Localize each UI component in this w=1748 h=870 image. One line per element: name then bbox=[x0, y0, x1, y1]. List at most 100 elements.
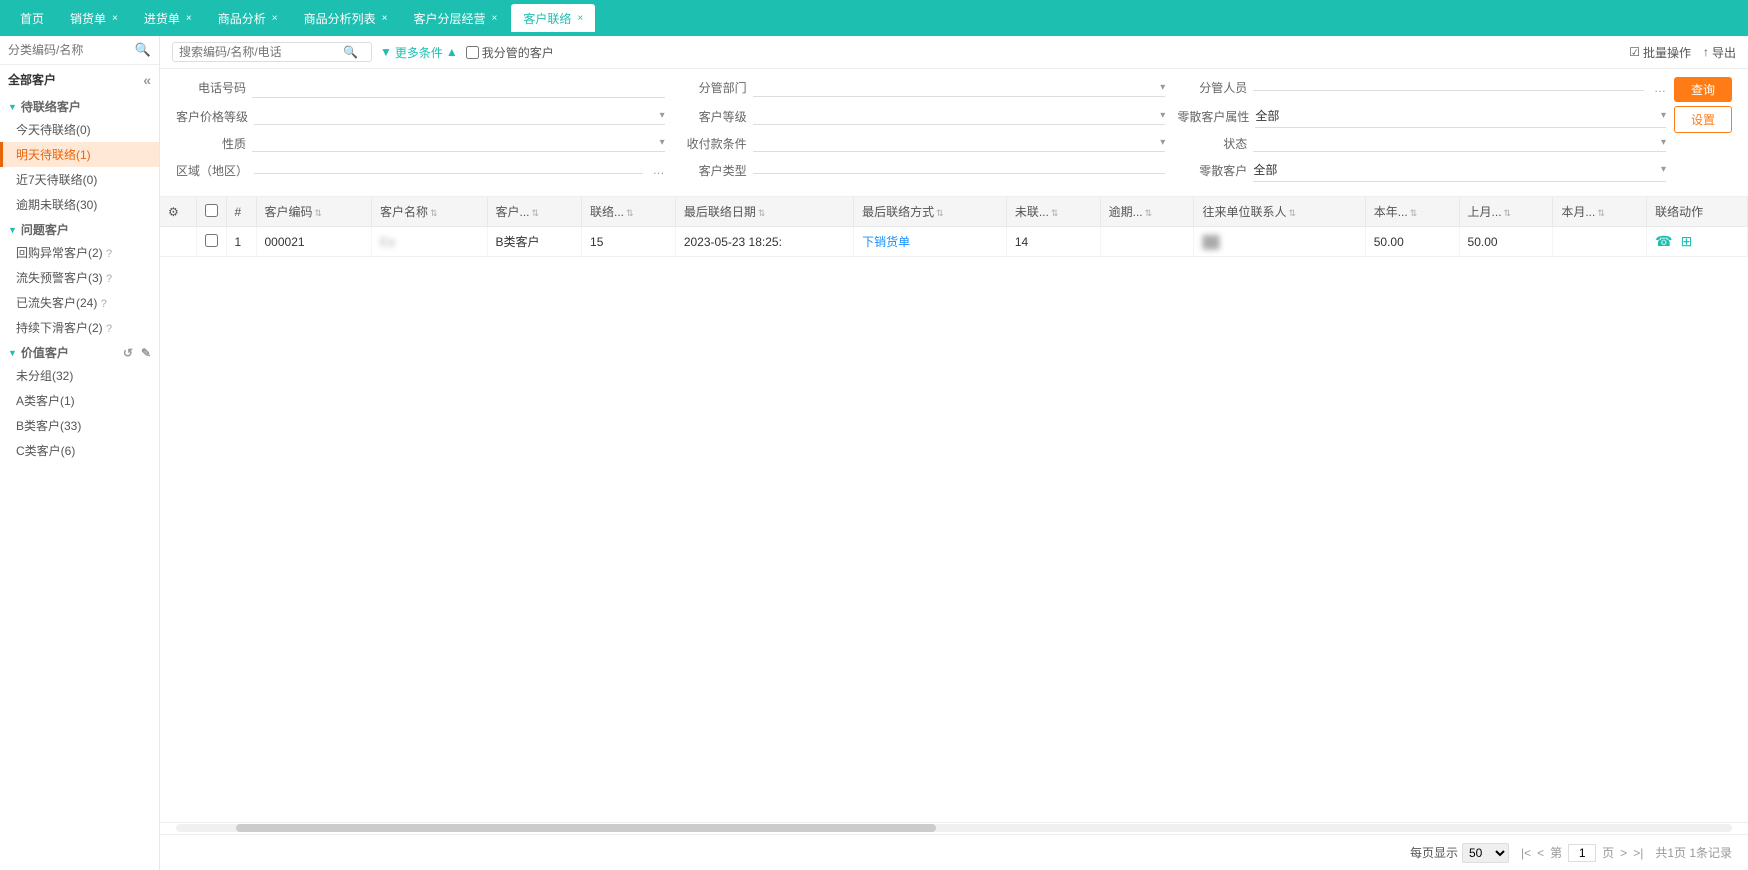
nav-customer-segmentation[interactable]: 客户分层经营 × bbox=[401, 4, 509, 32]
close-icon[interactable]: × bbox=[382, 13, 388, 24]
th-unit-contact[interactable]: 往来单位联系人⇅ bbox=[1194, 197, 1365, 227]
filter-scatter: 零散客户 全部 ▾ bbox=[1177, 158, 1666, 182]
filter-region-select[interactable] bbox=[254, 167, 643, 174]
th-last-date[interactable]: 最后联络日期⇅ bbox=[675, 197, 853, 227]
th-code[interactable]: 客户编码⇅ bbox=[256, 197, 372, 227]
collapse-icon: « bbox=[143, 72, 151, 88]
sidebar-item-churn-warning[interactable]: 流失预警客户(3) ? bbox=[0, 265, 159, 290]
nav-product-analysis-list[interactable]: 商品分析列表 × bbox=[292, 4, 400, 32]
page-number-input[interactable] bbox=[1568, 844, 1596, 862]
filter-nature-select[interactable]: ▾ bbox=[252, 134, 665, 152]
th-type[interactable]: 客户...⇅ bbox=[487, 197, 582, 227]
last-contact-way-link[interactable]: 下销货单 bbox=[862, 235, 910, 249]
filter-price-label: 客户价格等级 bbox=[176, 108, 248, 125]
per-page-select[interactable]: 50 100 200 bbox=[1462, 843, 1509, 863]
sidebar-item-class-b[interactable]: B类客户(33) bbox=[0, 413, 159, 438]
nav-customer-contact[interactable]: 客户联络 × bbox=[511, 4, 595, 32]
th-not-contacted[interactable]: 未联...⇅ bbox=[1006, 197, 1100, 227]
td-last-date: 2023-05-23 18:25: bbox=[675, 227, 853, 257]
gear-icon[interactable]: ⚙ bbox=[168, 205, 179, 219]
th-this-year[interactable]: 本年...⇅ bbox=[1365, 197, 1459, 227]
sidebar-item-week-contact[interactable]: 近7天待联络(0) bbox=[0, 167, 159, 192]
my-customers-checkbox-label[interactable]: 我分管的客户 bbox=[466, 44, 554, 61]
td-unit-contact: ██ bbox=[1194, 227, 1365, 257]
sidebar-search-input[interactable] bbox=[8, 43, 131, 57]
nav-home[interactable]: 首页 bbox=[8, 4, 56, 32]
filter-person-dots[interactable]: … bbox=[1654, 81, 1666, 95]
horizontal-scrollbar[interactable] bbox=[160, 822, 1748, 834]
filter-dept-label: 分管部门 bbox=[677, 79, 747, 96]
grid-action-icon[interactable]: ⊞ bbox=[1681, 233, 1693, 250]
close-icon[interactable]: × bbox=[186, 13, 192, 24]
filter-region-dots[interactable]: … bbox=[653, 163, 665, 177]
search-input[interactable] bbox=[179, 45, 339, 59]
sidebar-item-declining[interactable]: 持续下滑客户(2) ? bbox=[0, 315, 159, 340]
td-last-way[interactable]: 下销货单 bbox=[854, 227, 1007, 257]
sidebar-item-repurchase-abnormal[interactable]: 回购异常客户(2) ? bbox=[0, 240, 159, 265]
sidebar-item-tomorrow-contact[interactable]: 明天待联络(1) bbox=[0, 142, 159, 167]
data-table-container: ⚙ # 客户编码⇅ 客户名称⇅ 客户...⇅ 联络...⇅ 最后联络日期⇅ 最后… bbox=[160, 197, 1748, 822]
filter-dept-select[interactable]: ▾ bbox=[753, 79, 1166, 97]
nav-purchase-order[interactable]: 进货单 × bbox=[132, 4, 204, 32]
query-button[interactable]: 查询 bbox=[1674, 77, 1732, 102]
th-name[interactable]: 客户名称⇅ bbox=[372, 197, 488, 227]
last-page-icon[interactable]: >| bbox=[1633, 846, 1643, 860]
sort-icon: ⇅ bbox=[1597, 208, 1605, 218]
sort-icon: ⇅ bbox=[1410, 208, 1418, 218]
prev-page-icon[interactable]: < bbox=[1537, 846, 1544, 860]
th-gear[interactable]: ⚙ bbox=[160, 197, 196, 227]
th-last-month[interactable]: 上月...⇅ bbox=[1459, 197, 1553, 227]
more-filters-button[interactable]: ▼ 更多条件 ▲ bbox=[380, 44, 458, 61]
filter-status: 状态 ▾ bbox=[1177, 134, 1666, 152]
search-icon[interactable]: 🔍 bbox=[135, 42, 151, 58]
filter-person-select[interactable] bbox=[1253, 84, 1644, 91]
row-checkbox[interactable] bbox=[205, 234, 218, 247]
close-icon[interactable]: × bbox=[577, 13, 583, 24]
sidebar-all-customers[interactable]: 全部客户 « bbox=[0, 65, 159, 94]
th-overdue[interactable]: 逾期...⇅ bbox=[1100, 197, 1194, 227]
th-checkbox[interactable] bbox=[196, 197, 226, 227]
my-customers-checkbox[interactable] bbox=[466, 46, 479, 59]
filter-status-select[interactable]: ▾ bbox=[1253, 134, 1666, 152]
filter-scatter-attr-select[interactable]: 全部 ▾ bbox=[1255, 104, 1666, 128]
filter-payment: 收付款条件 ▾ bbox=[677, 134, 1166, 152]
scrollbar-thumb[interactable] bbox=[236, 824, 936, 832]
first-page-icon[interactable]: |< bbox=[1521, 846, 1531, 860]
sidebar-item-ungrouped[interactable]: 未分组(32) bbox=[0, 363, 159, 388]
filter-customer-type-select[interactable] bbox=[753, 167, 1166, 174]
th-this-month[interactable]: 本月...⇅ bbox=[1553, 197, 1647, 227]
export-button[interactable]: ↑ 导出 bbox=[1703, 44, 1736, 61]
bulk-operation-button[interactable]: ☑ 批量操作 bbox=[1629, 44, 1691, 61]
filter-price-select[interactable]: ▾ bbox=[254, 107, 665, 125]
nav-sales-order[interactable]: 销货单 × bbox=[58, 4, 130, 32]
filter-payment-select[interactable]: ▾ bbox=[753, 134, 1166, 152]
sidebar-item-today-contact[interactable]: 今天待联络(0) bbox=[0, 117, 159, 142]
sidebar-item-class-c[interactable]: C类客户(6) bbox=[0, 438, 159, 463]
close-icon[interactable]: × bbox=[491, 13, 497, 24]
filter-scatter-select[interactable]: 全部 ▾ bbox=[1253, 158, 1666, 182]
filter-panel: 电话号码 分管部门 ▾ 分管人员 bbox=[160, 69, 1748, 197]
next-page-icon[interactable]: > bbox=[1620, 846, 1627, 860]
search-box[interactable]: 🔍 bbox=[172, 42, 372, 62]
sort-icon: ⇅ bbox=[1051, 208, 1059, 218]
select-all-checkbox[interactable] bbox=[205, 204, 218, 217]
td-this-month bbox=[1553, 227, 1647, 257]
sidebar-item-churned[interactable]: 已流失客户(24) ? bbox=[0, 290, 159, 315]
set-button[interactable]: 设置 bbox=[1674, 106, 1732, 133]
nav-product-analysis[interactable]: 商品分析 × bbox=[206, 4, 290, 32]
close-icon[interactable]: × bbox=[272, 13, 278, 24]
filter-customer-level-select[interactable]: ▾ bbox=[753, 107, 1166, 125]
sidebar-item-class-a[interactable]: A类客户(1) bbox=[0, 388, 159, 413]
action-buttons: 查询 设置 bbox=[1674, 77, 1732, 188]
filter-phone-input[interactable] bbox=[252, 77, 665, 98]
top-nav: 首页 销货单 × 进货单 × 商品分析 × 商品分析列表 × 客户分层经营 × … bbox=[0, 0, 1748, 36]
customer-name: Ea bbox=[380, 235, 395, 249]
filter-customer-type: 客户类型 bbox=[677, 162, 1166, 179]
td-checkbox[interactable] bbox=[196, 227, 226, 257]
sidebar-item-overdue-contact[interactable]: 逾期未联络(30) bbox=[0, 192, 159, 217]
th-contact[interactable]: 联络...⇅ bbox=[582, 197, 676, 227]
search-icon[interactable]: 🔍 bbox=[343, 45, 358, 59]
th-last-way[interactable]: 最后联络方式⇅ bbox=[854, 197, 1007, 227]
phone-action-icon[interactable]: ☎ bbox=[1655, 233, 1672, 250]
close-icon[interactable]: × bbox=[112, 13, 118, 24]
